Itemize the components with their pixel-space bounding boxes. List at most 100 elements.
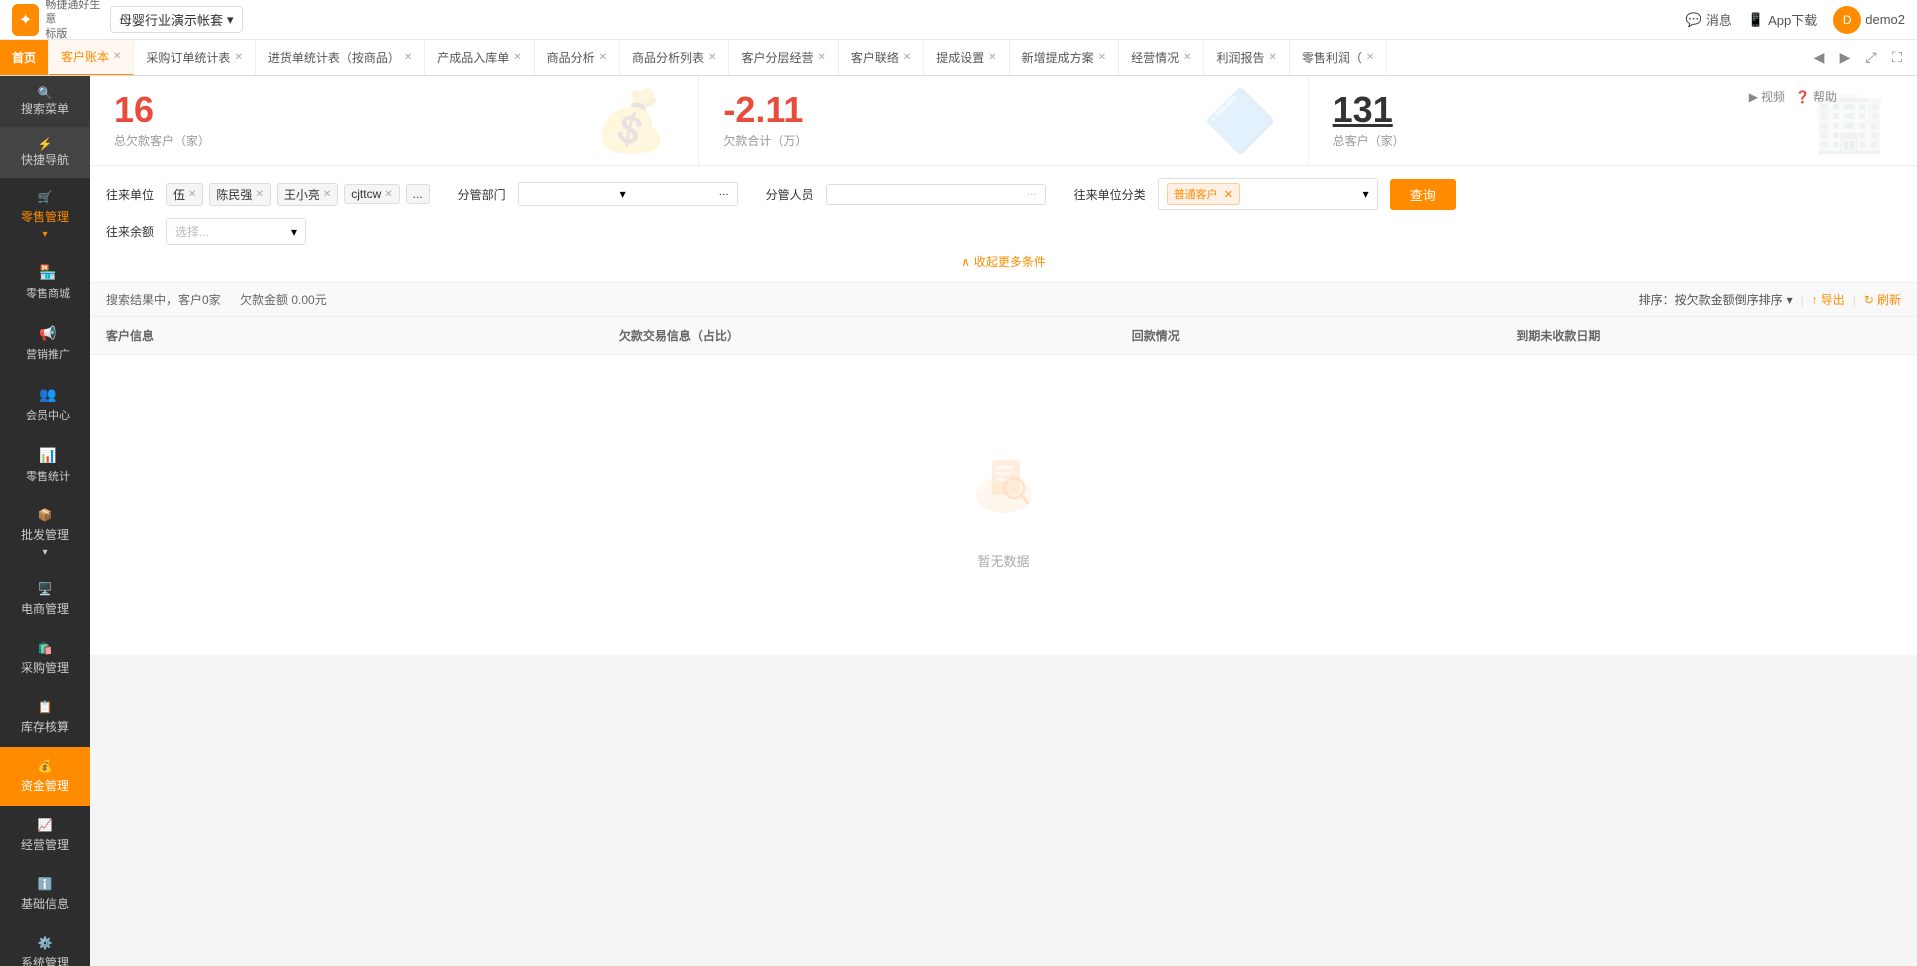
filter-tag-close-2[interactable]: ✕ (323, 189, 331, 200)
refresh-button[interactable]: ↻ 刷新 (1864, 291, 1901, 308)
dept-filter-input[interactable]: ▾ ··· (518, 182, 738, 206)
sidebar-item-search[interactable]: 🔍 搜索菜单 (0, 76, 90, 127)
tab-close-purchase-stats[interactable]: ✕ (404, 52, 412, 63)
tab-customer-link[interactable]: 客户联络 ✕ (839, 40, 924, 76)
sidebar-item-wholesale-mgmt[interactable]: 📦 批发管理 ▾ (0, 496, 90, 570)
sidebar-item-ecommerce-mgmt[interactable]: 🖥️ 电商管理 (0, 570, 90, 629)
tab-new-method[interactable]: 新增提成方案 ✕ (1010, 40, 1119, 76)
app-download-button[interactable]: 📱 App下载 (1748, 10, 1817, 29)
tab-close-customer-link[interactable]: ✕ (903, 52, 911, 63)
tab-accounts[interactable]: 客户账本 ✕ (49, 40, 134, 76)
tab-close-ti-settings[interactable]: ✕ (988, 52, 996, 63)
stat-overdue-amount: 🔷 -2.11 欠款合计（万） (699, 76, 1308, 165)
filter-tag-close-1[interactable]: ✕ (255, 189, 263, 200)
tab-goods-analysis[interactable]: 商品分析 ✕ (535, 40, 620, 76)
tab-cost-inbound[interactable]: 产成品入库单 ✕ (425, 40, 534, 76)
wholesale-mgmt-icon: 📦 (38, 508, 53, 522)
total-customers-value: 131 (1333, 92, 1405, 128)
sidebar-item-stock-check[interactable]: 📋 库存核算 (0, 688, 90, 747)
tab-fullscreen-button[interactable]: ⛶ (1885, 46, 1909, 70)
tab-close-goods-analysis[interactable]: ✕ (599, 52, 607, 63)
help-link[interactable]: ❓ 帮助 (1795, 88, 1837, 105)
export-button[interactable]: ↑ 导出 (1812, 291, 1845, 308)
tab-customer-tier[interactable]: 客户分层经营 ✕ (729, 40, 838, 76)
tab-close-purchase-orders[interactable]: ✕ (234, 52, 242, 63)
table-header-col-3: 回款情况 (1132, 327, 1517, 344)
stats-row: 💰 16 总欠款客户（家） 🔷 -2.11 欠款合计（万） 🏢 131 总客户（… (90, 76, 1917, 166)
tab-close-operations[interactable]: ✕ (1183, 52, 1191, 63)
ellipsis-icon-person: ··· (1027, 189, 1037, 200)
stat-bg-coin-icon: 💰 (594, 85, 669, 156)
tab-purchase-orders[interactable]: 采购订单统计表 ✕ (134, 40, 255, 76)
sidebar-item-retail-mall[interactable]: 🏪 零售商城 (0, 252, 90, 313)
unit-filter-label: 往来单位 (106, 186, 154, 203)
person-filter-input[interactable]: ··· (826, 184, 1046, 205)
filter-row-2: 往来余额 选择... ▾ (106, 218, 1901, 245)
top-bar-right: 💬 消息 📱 App下载 D demo2 (1686, 6, 1905, 34)
unit-type-filter-label: 往来单位分类 (1074, 186, 1146, 203)
sidebar-item-quick-nav[interactable]: ⚡ 快捷导航 (0, 127, 90, 178)
video-icon: ▶ (1749, 90, 1758, 104)
tab-bar: 首页 客户账本 ✕ 采购订单统计表 ✕ 进货单统计表（按商品） ✕ 产成品入库单… (0, 40, 1917, 76)
tab-purchase-stats[interactable]: 进货单统计表（按商品） ✕ (256, 40, 425, 76)
ellipsis-icon-dept: ··· (719, 189, 729, 200)
tab-close-customer-tier[interactable]: ✕ (817, 52, 825, 63)
retail-stats-icon: 📊 (39, 447, 56, 464)
chevron-icon: ▾ (42, 229, 47, 240)
tab-retail-profit[interactable]: 零售利润（ ✕ (1290, 40, 1387, 76)
filter-tag-close-0[interactable]: ✕ (188, 189, 196, 200)
tab-home[interactable]: 首页 (0, 40, 49, 76)
tab-close-profit-report[interactable]: ✕ (1269, 52, 1277, 63)
balance-filter-input[interactable]: 选择... ▾ (166, 218, 306, 245)
tab-close-cost-inbound[interactable]: ✕ (513, 52, 521, 63)
tab-prev-button[interactable]: ◀ (1807, 46, 1831, 70)
sidebar-item-purchase-mgmt[interactable]: 🛍️ 采购管理 (0, 629, 90, 688)
unit-type-filter-input[interactable]: 普通客户 ✕ ▾ (1158, 178, 1378, 210)
tab-operations[interactable]: 经营情况 ✕ (1119, 40, 1204, 76)
tab-close-accounts[interactable]: ✕ (113, 51, 121, 62)
content-area: 💰 16 总欠款客户（家） 🔷 -2.11 欠款合计（万） 🏢 131 总客户（… (90, 76, 1917, 966)
filter-tags-unit: 伍 ✕ 陈民强 ✕ 王小亮 ✕ cjttcw ✕ (166, 183, 430, 206)
avatar: D (1833, 6, 1861, 34)
collapse-button[interactable]: ∧ 收起更多条件 (106, 253, 1901, 270)
sidebar-item-ops-mgmt[interactable]: 📈 经营管理 (0, 806, 90, 865)
main-layout: 🔍 搜索菜单 ⚡ 快捷导航 🛒 零售管理 ▾ 🏪 零售商城 📢 营销推广 👥 会… (0, 76, 1917, 966)
stat-bg-diamond-icon: 🔷 (1203, 85, 1278, 156)
results-info: 搜索结果中，客户0家 欠款金额 0.00元 (106, 291, 327, 308)
user-menu[interactable]: D demo2 (1833, 6, 1905, 34)
sort-select[interactable]: 排序：按欠款金额倒序排序 ▾ (1639, 291, 1793, 308)
tab-expand-button[interactable]: ⤢ (1859, 46, 1883, 70)
sidebar-item-basic-info[interactable]: ℹ️ 基础信息 (0, 865, 90, 924)
top-bar-left: ✦ 畅捷通好生意 标版 母婴行业演示帐套 ▾ (12, 0, 243, 41)
query-button[interactable]: 查询 (1390, 179, 1456, 210)
dept-filter-label: 分管部门 (458, 186, 506, 203)
sidebar-item-retail-mgmt[interactable]: 🛒 零售管理 ▾ (0, 178, 90, 252)
account-selector[interactable]: 母婴行业演示帐套 ▾ (110, 6, 243, 33)
sidebar-item-sys-mgmt[interactable]: ⚙️ 系统管理 (0, 924, 90, 966)
customer-type-tag-close[interactable]: ✕ (1224, 189, 1233, 201)
chevron-icon: ▾ (42, 547, 47, 558)
collapse-icon: ∧ (961, 255, 970, 269)
download-icon: 📱 (1748, 12, 1764, 28)
filter-tag-more[interactable]: ... (406, 184, 430, 204)
sidebar-item-retail-stats[interactable]: 📊 零售统计 (0, 435, 90, 496)
filter-tag-close-3[interactable]: ✕ (384, 189, 392, 200)
tab-goods-analysis-list[interactable]: 商品分析列表 ✕ (620, 40, 729, 76)
video-link[interactable]: ▶ 视频 (1749, 88, 1785, 105)
tab-close-goods-analysis-list[interactable]: ✕ (708, 52, 716, 63)
message-icon: 💬 (1686, 12, 1702, 28)
filter-section: 往来单位 伍 ✕ 陈民强 ✕ 王小亮 ✕ cjttcw (90, 166, 1917, 283)
basic-info-icon: ℹ️ (38, 877, 53, 891)
search-icon: 🔍 (8, 86, 82, 100)
sidebar-item-marketing[interactable]: 📢 营销推广 (0, 313, 90, 374)
tab-profit-report[interactable]: 利润报告 ✕ (1204, 40, 1289, 76)
tab-close-new-method[interactable]: ✕ (1098, 52, 1106, 63)
help-icon: ❓ (1795, 90, 1810, 104)
sidebar-item-finance-mgmt[interactable]: 💰 资金管理 (0, 747, 90, 806)
message-button[interactable]: 💬 消息 (1686, 10, 1732, 29)
quick-nav-icon: ⚡ (8, 137, 82, 151)
tab-next-button[interactable]: ▶ (1833, 46, 1857, 70)
sidebar-item-member-center[interactable]: 👥 会员中心 (0, 374, 90, 435)
tab-ti-settings[interactable]: 提成设置 ✕ (924, 40, 1009, 76)
tab-close-retail-profit[interactable]: ✕ (1366, 52, 1374, 63)
